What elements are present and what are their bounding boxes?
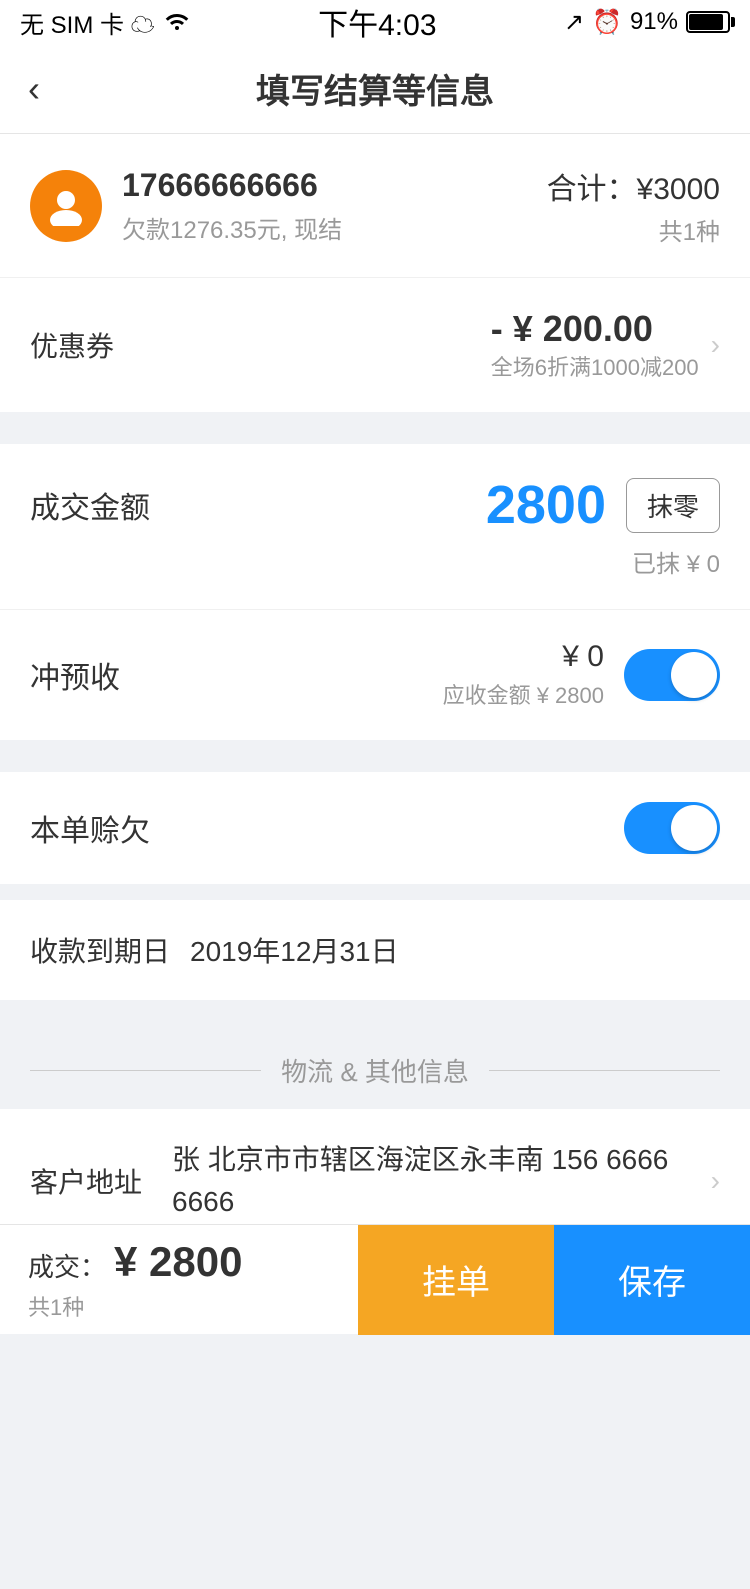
divider-3 bbox=[0, 1016, 750, 1032]
precollect-label: 冲预收 bbox=[30, 653, 120, 697]
logistics-divider: 物流 & 其他信息 bbox=[0, 1032, 750, 1109]
status-right: ↗ ⏰ 91% bbox=[564, 8, 730, 37]
debt-section: 本单赊欠 bbox=[0, 772, 750, 884]
debt-toggle[interactable] bbox=[624, 802, 720, 854]
coupon-desc: 全场6折满1000减200 bbox=[491, 350, 699, 382]
coupon-chevron-icon: › bbox=[711, 329, 720, 361]
user-total: 合计：¥3000 共1种 bbox=[547, 164, 720, 247]
status-bar: 无 SIM 卡 ☁ 下午4:03 ↗ ⏰ 91% bbox=[0, 0, 750, 44]
round-button[interactable]: 抹零 bbox=[626, 478, 720, 533]
duedate-label: 收款到期日 bbox=[30, 930, 170, 970]
bottom-count: 共1种 bbox=[28, 1290, 330, 1322]
amount-value: 2800 bbox=[486, 474, 606, 536]
precollect-toggle[interactable] bbox=[624, 649, 720, 701]
battery-percent: 91% bbox=[630, 8, 678, 36]
location-icon: ↗ bbox=[564, 8, 584, 37]
content-area: 17666666666 欠款1276.35元, 现结 合计：¥3000 共1种 … bbox=[0, 134, 750, 1589]
coupon-info: - ¥ 200.00 全场6折满1000减200 bbox=[491, 308, 699, 382]
debt-toggle-knob bbox=[671, 805, 717, 851]
user-note: 欠款1276.35元, 现结 bbox=[122, 210, 547, 245]
coupon-label: 优惠券 bbox=[30, 325, 114, 365]
divider-line-right bbox=[489, 1070, 720, 1071]
precollect-amount-block: ¥ 0 应收金额 ¥ 2800 bbox=[443, 640, 604, 710]
total-count: 共1种 bbox=[547, 212, 720, 247]
amount-section: 成交金额 2800 抹零 已抹 ¥ 0 冲预收 ¥ 0 应收金额 ¥ 2800 bbox=[0, 444, 750, 740]
status-left: 无 SIM 卡 ☁ bbox=[20, 5, 191, 40]
sim-status: 无 SIM 卡 ☁ bbox=[20, 5, 155, 40]
bottom-amount-row: 成交： ¥ 2800 bbox=[28, 1238, 330, 1286]
logistics-text: 物流 & 其他信息 bbox=[281, 1052, 469, 1089]
amount-inner: 成交金额 2800 抹零 已抹 ¥ 0 bbox=[0, 444, 750, 609]
amount-right: 2800 抹零 bbox=[486, 474, 720, 536]
user-row: 17666666666 欠款1276.35元, 现结 合计：¥3000 共1种 bbox=[0, 134, 750, 278]
pending-button[interactable]: 挂单 bbox=[358, 1225, 554, 1335]
bottom-bar: 成交： ¥ 2800 共1种 挂单 保存 bbox=[0, 1224, 750, 1334]
duedate-section: 收款到期日 2019年12月31日 bbox=[0, 900, 750, 1000]
duedate-value: 2019年12月31日 bbox=[190, 930, 399, 970]
divider-line-left bbox=[30, 1070, 261, 1071]
bottom-deal-label: 成交： bbox=[28, 1247, 106, 1284]
status-time: 下午4:03 bbox=[318, 0, 436, 44]
alarm-icon: ⏰ bbox=[592, 8, 622, 37]
avatar bbox=[30, 170, 102, 242]
divider-1 bbox=[0, 428, 750, 444]
save-button[interactable]: 保存 bbox=[554, 1225, 750, 1335]
address-chevron-icon: › bbox=[711, 1165, 720, 1197]
back-button[interactable]: ‹ bbox=[28, 68, 40, 110]
divider-2 bbox=[0, 756, 750, 772]
bottom-info: 成交： ¥ 2800 共1种 bbox=[0, 1238, 358, 1322]
battery-icon bbox=[686, 11, 730, 33]
coupon-row[interactable]: 优惠券 - ¥ 200.00 全场6折满1000减200 › bbox=[0, 278, 750, 412]
precollect-right: ¥ 0 应收金额 ¥ 2800 bbox=[443, 640, 720, 710]
precollect-amount: ¥ 0 bbox=[443, 640, 604, 674]
precollect-sub: 应收金额 ¥ 2800 bbox=[443, 678, 604, 710]
bottom-deal-value: ¥ 2800 bbox=[114, 1238, 242, 1286]
amount-sub-text: 已抹 ¥ 0 bbox=[30, 544, 720, 579]
nav-bar: ‹ 填写结算等信息 bbox=[0, 44, 750, 134]
debt-label: 本单赊欠 bbox=[30, 806, 150, 850]
user-phone: 17666666666 bbox=[122, 167, 547, 204]
coupon-right: - ¥ 200.00 全场6折满1000减200 › bbox=[491, 308, 720, 382]
amount-row: 成交金额 2800 抹零 bbox=[30, 474, 720, 536]
address-value: 张 北京市市辖区海淀区永丰南 156 6666 6666 bbox=[172, 1139, 711, 1223]
address-label: 客户地址 bbox=[30, 1161, 142, 1201]
amount-label: 成交金额 bbox=[30, 483, 150, 527]
wifi-icon bbox=[163, 8, 191, 37]
coupon-discount: - ¥ 200.00 bbox=[491, 308, 699, 350]
user-info: 17666666666 欠款1276.35元, 现结 bbox=[122, 167, 547, 245]
user-coupon-card: 17666666666 欠款1276.35元, 现结 合计：¥3000 共1种 … bbox=[0, 134, 750, 412]
nav-title: 填写结算等信息 bbox=[256, 64, 494, 113]
total-amount: 合计：¥3000 bbox=[547, 164, 720, 208]
toggle-knob bbox=[671, 652, 717, 698]
precollect-section: 冲预收 ¥ 0 应收金额 ¥ 2800 bbox=[0, 609, 750, 740]
precollect-row: 冲预收 ¥ 0 应收金额 ¥ 2800 bbox=[30, 640, 720, 710]
